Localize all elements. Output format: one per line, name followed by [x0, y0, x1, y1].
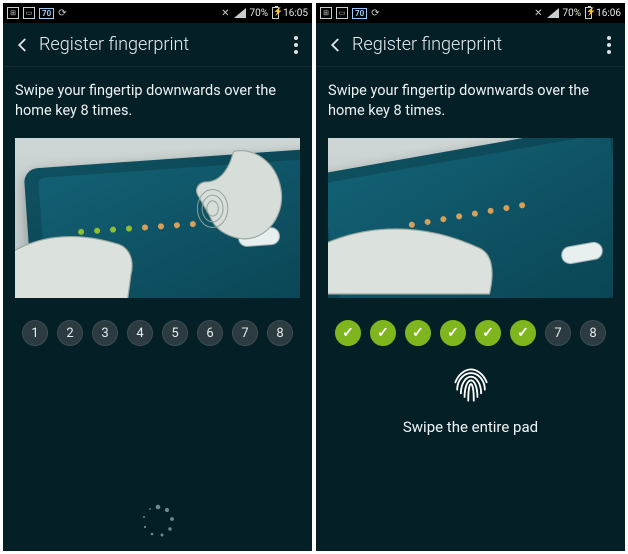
screenshot-left: ⊞ ▭ 70 ⟳ ✕ 70% 16:05 Register fingerprin… — [3, 3, 312, 551]
progress-step: 8 — [267, 320, 293, 346]
progress-step: 1 — [22, 320, 48, 346]
page-title: Register fingerprint — [352, 34, 502, 55]
progress-step: 2 — [370, 320, 396, 346]
clock: 16:06 — [596, 8, 621, 19]
clock: 16:05 — [283, 8, 308, 19]
progress-step: 7 — [232, 320, 258, 346]
screenshot-icon: ▭ — [336, 7, 348, 19]
signal-icon — [547, 8, 559, 18]
battery-pct: 70% — [563, 8, 582, 19]
vibrate-icon: ✕ — [221, 8, 229, 19]
data-badge: 70 — [352, 8, 367, 19]
action-bar: Register fingerprint — [3, 23, 312, 67]
status-bar: ⊞ ▭ 70 ⟳ ✕ 70% 16:06 — [316, 3, 625, 23]
battery-pct: 70% — [250, 8, 269, 19]
progress-indicator: 12345678 — [15, 320, 300, 346]
notification-icon: ⊞ — [7, 7, 19, 19]
battery-icon — [272, 7, 279, 19]
status-bar: ⊞ ▭ 70 ⟳ ✕ 70% 16:05 — [3, 3, 312, 23]
notification-icon: ⊞ — [320, 7, 332, 19]
signal-icon — [234, 8, 246, 18]
content-area: Swipe your fingertip downwards over the … — [316, 67, 625, 551]
page-title: Register fingerprint — [39, 34, 189, 55]
progress-step: 3 — [405, 320, 431, 346]
illustration — [328, 138, 613, 298]
progress-step: 2 — [57, 320, 83, 346]
instruction-line1: Swipe your fingertip downwards over the — [328, 82, 589, 99]
vibrate-icon: ✕ — [534, 8, 542, 19]
back-button[interactable] — [326, 35, 346, 55]
chevron-left-icon — [327, 36, 345, 54]
progress-step: 4 — [440, 320, 466, 346]
chevron-left-icon — [14, 36, 32, 54]
illustration — [15, 138, 300, 298]
action-bar: Register fingerprint — [316, 23, 625, 67]
progress-step: 1 — [335, 320, 361, 346]
progress-step: 7 — [545, 320, 571, 346]
swipe-hint-text: Swipe the entire pad — [403, 418, 538, 436]
instruction-line2: home key 8 times. — [328, 102, 445, 119]
screenshot-right: ⊞ ▭ 70 ⟳ ✕ 70% 16:06 Register fingerprin… — [316, 3, 625, 551]
progress-step: 5 — [475, 320, 501, 346]
fingerprint-icon — [448, 362, 494, 408]
back-button[interactable] — [13, 35, 33, 55]
illustration-hand-icon — [15, 138, 300, 298]
progress-step: 5 — [162, 320, 188, 346]
progress-step: 3 — [92, 320, 118, 346]
progress-indicator: 12345678 — [328, 320, 613, 346]
data-badge: 70 — [39, 8, 54, 19]
sync-icon: ⟳ — [371, 8, 379, 19]
instruction-text: Swipe your fingertip downwards over the … — [15, 81, 300, 120]
instruction-line2: home key 8 times. — [15, 102, 132, 119]
instruction-text: Swipe your fingertip downwards over the … — [328, 81, 613, 120]
progress-step: 8 — [580, 320, 606, 346]
sync-icon: ⟳ — [58, 8, 66, 19]
content-area: Swipe your fingertip downwards over the … — [3, 67, 312, 551]
instruction-line1: Swipe your fingertip downwards over the — [15, 82, 276, 99]
illustration-hand-icon — [328, 138, 613, 298]
progress-step: 6 — [510, 320, 536, 346]
progress-step: 6 — [197, 320, 223, 346]
overflow-menu-button[interactable] — [290, 32, 302, 58]
progress-step: 4 — [127, 320, 153, 346]
overflow-menu-button[interactable] — [603, 32, 615, 58]
screenshot-icon: ▭ — [23, 7, 35, 19]
battery-icon — [585, 7, 592, 19]
loading-spinner — [138, 501, 178, 541]
